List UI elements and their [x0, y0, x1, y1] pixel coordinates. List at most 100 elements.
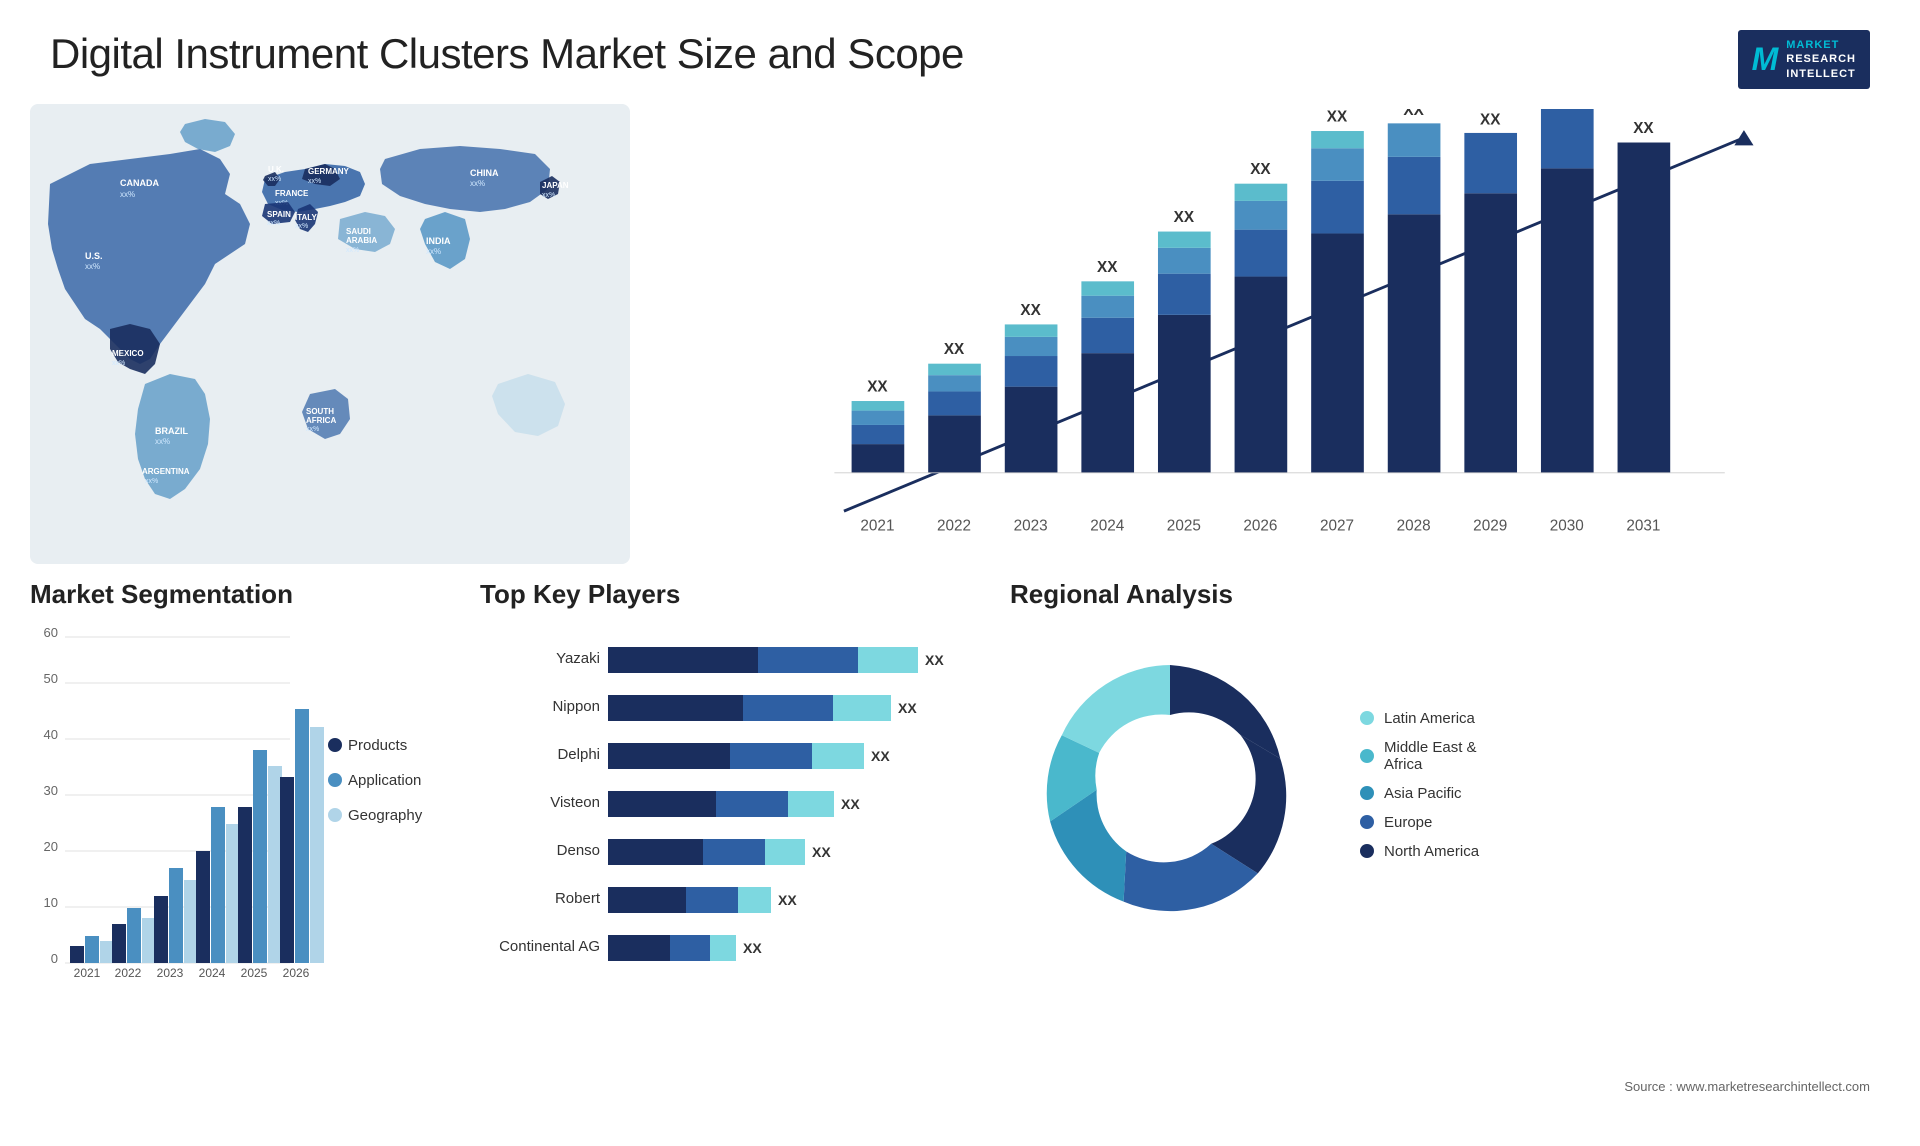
svg-text:Application: Application: [348, 772, 421, 789]
svg-text:Geography: Geography: [348, 807, 423, 824]
svg-text:2026: 2026: [1243, 517, 1277, 534]
bottom-section: Market Segmentation 0 10 20 30 40 50 60 …: [0, 569, 1920, 1099]
svg-text:XX: XX: [871, 748, 890, 764]
svg-text:GERMANY: GERMANY: [308, 167, 350, 176]
svg-text:Delphi: Delphi: [557, 746, 600, 763]
svg-text:10: 10: [44, 895, 58, 910]
logo-market: MARKET: [1786, 38, 1856, 52]
svg-text:Yazaki: Yazaki: [556, 650, 600, 667]
svg-text:Nippon: Nippon: [552, 698, 600, 715]
segmentation-section: Market Segmentation 0 10 20 30 40 50 60 …: [30, 579, 450, 1089]
page-title: Digital Instrument Clusters Market Size …: [50, 30, 964, 78]
svg-text:XX: XX: [812, 844, 831, 860]
logo-intellect: INTELLECT: [1786, 67, 1856, 81]
svg-text:XX: XX: [867, 378, 888, 395]
svg-text:xx%: xx%: [145, 478, 158, 485]
svg-text:INDIA: INDIA: [426, 236, 451, 246]
svg-text:2024: 2024: [1090, 517, 1125, 534]
svg-text:2028: 2028: [1397, 517, 1431, 534]
donut-chart: [1010, 625, 1330, 945]
logo-text-block: MARKET RESEARCH INTELLECT: [1786, 38, 1856, 81]
svg-text:Denso: Denso: [557, 842, 600, 859]
svg-text:Visteon: Visteon: [550, 794, 600, 811]
svg-text:20: 20: [44, 839, 58, 854]
header: Digital Instrument Clusters Market Size …: [0, 0, 1920, 99]
legend-dot-europe: [1360, 815, 1374, 829]
svg-text:XX: XX: [778, 892, 797, 908]
svg-text:2030: 2030: [1550, 517, 1584, 534]
legend-dot-apac: [1360, 786, 1374, 800]
svg-text:CHINA: CHINA: [470, 168, 499, 178]
svg-text:0: 0: [51, 951, 58, 966]
legend-dot-mea: [1360, 749, 1374, 763]
growth-chart-section: XX 2021 XX 2022 XX 2023 XX 2024: [650, 99, 1890, 569]
svg-text:XX: XX: [1250, 161, 1271, 178]
logo: M MARKET RESEARCH INTELLECT: [1738, 30, 1870, 89]
svg-text:2026: 2026: [283, 966, 310, 980]
svg-text:xx%: xx%: [120, 190, 135, 199]
svg-text:MEXICO: MEXICO: [112, 349, 144, 358]
svg-text:XX: XX: [898, 700, 917, 716]
legend-area: Latin America Middle East &Africa Asia P…: [1360, 710, 1479, 860]
legend-north-america: North America: [1360, 843, 1479, 860]
svg-text:30: 30: [44, 783, 58, 798]
legend-middle-east: Middle East &Africa: [1360, 739, 1479, 773]
logo-m-letter: M: [1752, 41, 1779, 78]
svg-text:2022: 2022: [115, 966, 142, 980]
svg-text:XX: XX: [1327, 109, 1348, 125]
donut-area: Latin America Middle East &Africa Asia P…: [1010, 625, 1890, 945]
legend-latin-america: Latin America: [1360, 710, 1479, 727]
main-content: CANADA xx% U.S. xx% MEXICO xx% BRAZIL xx…: [0, 99, 1920, 569]
growth-bar-chart: XX 2021 XX 2022 XX 2023 XX 2024: [680, 109, 1860, 559]
svg-text:Products: Products: [348, 737, 407, 754]
svg-text:2031: 2031: [1626, 517, 1660, 534]
svg-text:U.S.: U.S.: [85, 251, 103, 261]
svg-text:FRANCE: FRANCE: [275, 189, 309, 198]
svg-text:xx%: xx%: [85, 262, 100, 271]
svg-text:xx%: xx%: [268, 176, 281, 183]
legend-label-europe: Europe: [1384, 814, 1432, 831]
svg-text:Continental AG: Continental AG: [499, 938, 600, 955]
svg-text:SOUTH: SOUTH: [306, 407, 334, 416]
svg-text:XX: XX: [925, 652, 944, 668]
svg-text:ITALY: ITALY: [295, 213, 317, 222]
legend-label-mea: Middle East &Africa: [1384, 739, 1477, 773]
svg-text:2029: 2029: [1473, 517, 1507, 534]
svg-text:xx%: xx%: [308, 178, 321, 185]
players-section: Top Key Players Yazaki XX Nippon XX Delp…: [480, 579, 980, 1089]
logo-box: M MARKET RESEARCH INTELLECT: [1738, 30, 1870, 89]
svg-text:xx%: xx%: [295, 223, 308, 230]
svg-text:2021: 2021: [74, 966, 101, 980]
svg-text:Robert: Robert: [555, 890, 601, 907]
legend-label-apac: Asia Pacific: [1384, 785, 1462, 802]
svg-text:xx%: xx%: [267, 220, 280, 227]
segmentation-title: Market Segmentation: [30, 579, 450, 610]
svg-text:XX: XX: [1174, 209, 1195, 226]
svg-text:XX: XX: [1403, 109, 1424, 119]
svg-text:xx%: xx%: [112, 360, 125, 367]
svg-text:U.K.: U.K.: [268, 165, 284, 174]
legend-dot-na: [1360, 844, 1374, 858]
world-map-svg: CANADA xx% U.S. xx% MEXICO xx% BRAZIL xx…: [30, 99, 630, 569]
svg-text:xx%: xx%: [542, 192, 555, 199]
regional-section: Regional Analysis: [1010, 579, 1890, 1089]
map-section: CANADA xx% U.S. xx% MEXICO xx% BRAZIL xx…: [30, 99, 630, 569]
source-text: Source : www.marketresearchintellect.com: [1624, 1079, 1870, 1094]
legend-label-latin: Latin America: [1384, 710, 1475, 727]
legend-label-na: North America: [1384, 843, 1479, 860]
svg-text:2022: 2022: [937, 517, 971, 534]
svg-text:2027: 2027: [1320, 517, 1354, 534]
svg-text:60: 60: [44, 625, 58, 640]
svg-text:XX: XX: [1633, 120, 1654, 137]
svg-text:AFRICA: AFRICA: [306, 416, 336, 425]
svg-text:BRAZIL: BRAZIL: [155, 426, 188, 436]
svg-text:XX: XX: [1020, 302, 1041, 319]
svg-text:XX: XX: [944, 341, 965, 358]
svg-text:xx%: xx%: [346, 247, 359, 254]
svg-text:50: 50: [44, 671, 58, 686]
svg-text:2025: 2025: [1167, 517, 1201, 534]
logo-text: MARKET RESEARCH INTELLECT: [1786, 38, 1856, 81]
svg-text:SAUDI: SAUDI: [346, 227, 371, 236]
svg-text:ARABIA: ARABIA: [346, 236, 377, 245]
players-title: Top Key Players: [480, 579, 980, 610]
